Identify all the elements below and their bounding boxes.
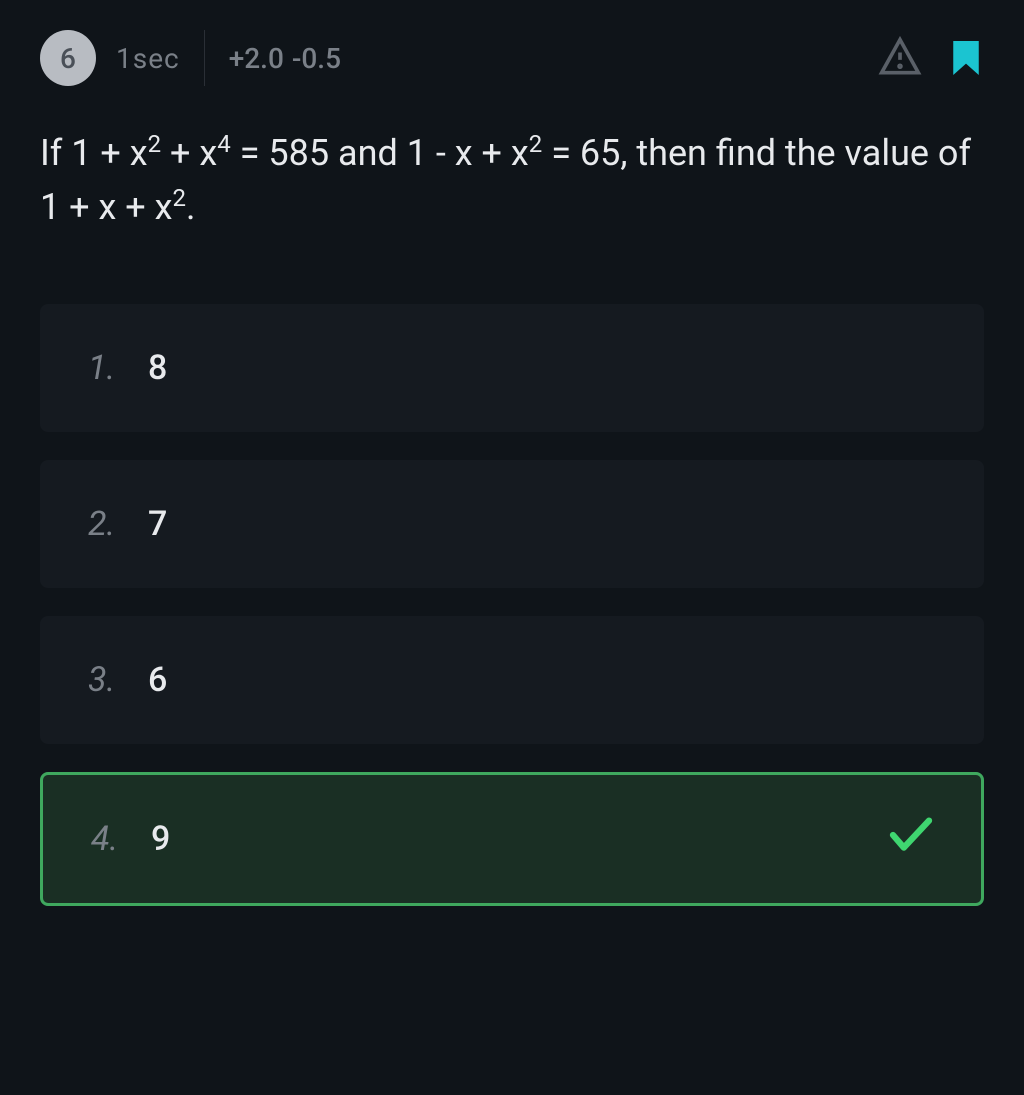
options-container: 1. 8 2. 7 3. 6 4. 9	[0, 264, 1024, 906]
option-value: 8	[148, 348, 167, 388]
header-divider	[204, 30, 205, 86]
option-value: 9	[151, 819, 170, 859]
option-value: 6	[148, 660, 167, 700]
question-part: If 1 + x	[40, 132, 148, 174]
option-number: 3.	[88, 660, 120, 700]
question-sup: 2	[529, 130, 543, 158]
option-4[interactable]: 4. 9	[40, 772, 984, 906]
option-1[interactable]: 1. 8	[40, 304, 984, 432]
option-number: 4.	[91, 819, 123, 859]
option-number: 1.	[88, 348, 120, 388]
question-part: .	[186, 186, 196, 228]
option-3[interactable]: 3. 6	[40, 616, 984, 744]
time-label: 1sec	[116, 42, 180, 75]
question-sup: 2	[148, 130, 162, 158]
bookmark-icon[interactable]	[948, 36, 984, 80]
question-sup: 2	[173, 184, 187, 212]
score-positive: +2.0	[229, 42, 284, 75]
check-icon	[889, 817, 933, 862]
warning-icon[interactable]	[876, 34, 924, 82]
question-number-text: 6	[60, 42, 76, 75]
question-sup: 4	[217, 130, 231, 158]
question-text: If 1 + x2 + x4 = 585 and 1 - x + x2 = 65…	[0, 106, 1024, 264]
option-value: 7	[148, 504, 167, 544]
question-part: + x	[161, 132, 217, 174]
option-2[interactable]: 2. 7	[40, 460, 984, 588]
question-number-badge: 6	[40, 30, 96, 86]
option-number: 2.	[88, 504, 120, 544]
question-part: = 585 and 1 - x + x	[231, 132, 529, 174]
question-header: 6 1sec +2.0 -0.5	[0, 0, 1024, 106]
score-negative: -0.5	[292, 42, 341, 75]
